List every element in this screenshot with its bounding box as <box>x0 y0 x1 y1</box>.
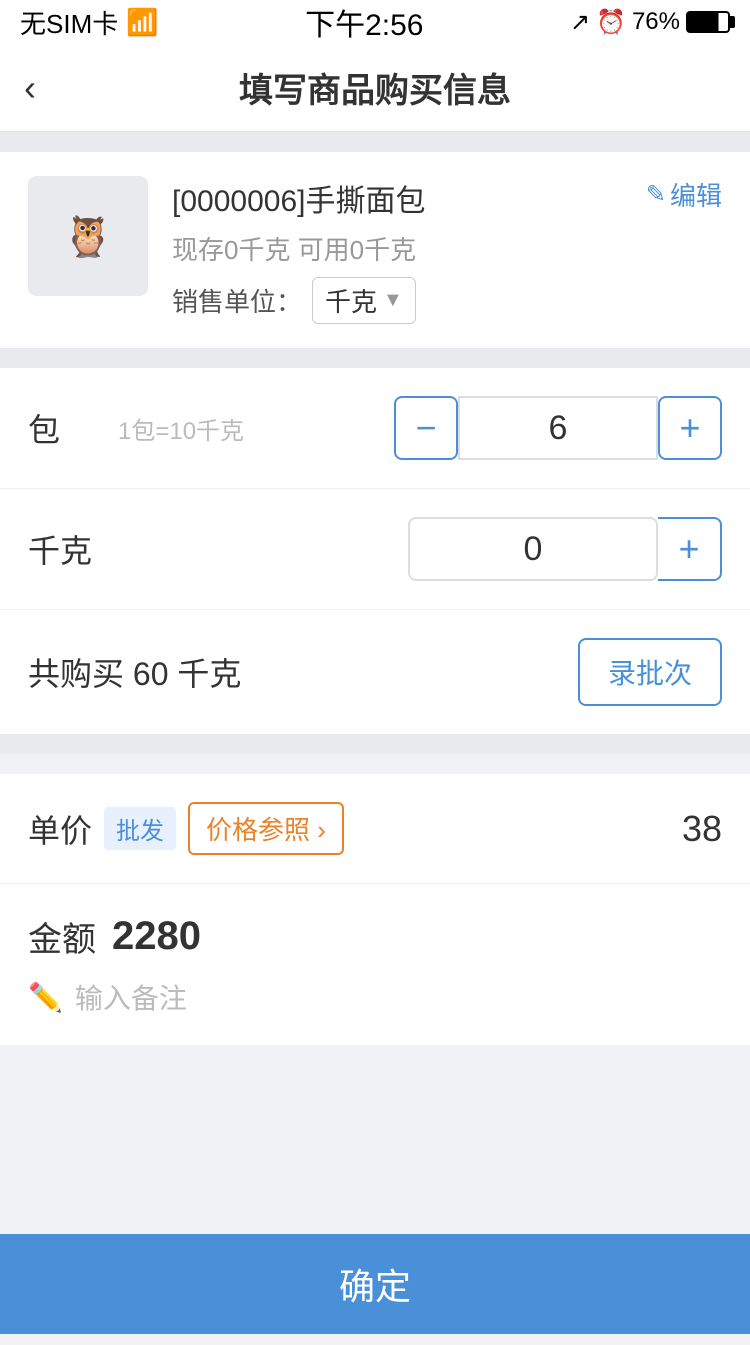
nav-bar: ‹ 填写商品购买信息 <box>0 44 750 132</box>
page-title: 填写商品购买信息 <box>239 63 511 112</box>
amount-row: 金额 2280 <box>28 912 722 961</box>
product-name: [0000006]手撕面包 <box>172 176 722 220</box>
unit-select[interactable]: 千克 ▼ <box>312 277 416 324</box>
kg-label: 千克 <box>28 526 108 572</box>
package-plus-button[interactable]: + <box>658 396 722 460</box>
kg-input[interactable] <box>408 517 658 581</box>
price-section: 单价 批发 价格参照 › 38 <box>0 774 750 884</box>
status-bar: 无SIM卡 📶 下午2:56 ↗ ⏰ 76% <box>0 0 750 44</box>
package-label: 包 <box>28 405 108 451</box>
product-owl-icon: 🦉 <box>63 213 113 260</box>
batch-button[interactable]: 录批次 <box>578 638 722 706</box>
product-image: 🦉 <box>28 176 148 296</box>
package-input-row: 包 1包=10千克 − + <box>0 368 750 489</box>
kg-controls: + <box>408 517 722 581</box>
amount-value: 2280 <box>112 914 201 959</box>
package-hint: 1包=10千克 <box>118 411 394 446</box>
kg-plus-button[interactable]: + <box>658 517 722 581</box>
wifi-icon: 📶 <box>126 7 158 38</box>
unit-dropdown-arrow: ▼ <box>383 289 403 312</box>
edit-button[interactable]: ✎ 编辑 <box>646 176 722 213</box>
confirm-button[interactable]: 确定 <box>0 1234 750 1334</box>
unit-label: 销售单位： <box>172 282 302 319</box>
total-row: 共购买 60 千克 录批次 <box>0 610 750 734</box>
input-section: 包 1包=10千克 − + 千克 + <box>0 368 750 610</box>
location-icon: ↗ <box>570 8 590 37</box>
package-minus-button[interactable]: − <box>394 396 458 460</box>
product-unit-row: 销售单位： 千克 ▼ <box>172 277 722 324</box>
package-controls: − + <box>394 396 722 460</box>
product-info: [0000006]手撕面包 现存0千克 可用0千克 销售单位： 千克 ▼ <box>172 176 722 324</box>
divider-top <box>0 132 750 152</box>
product-stock: 现存0千克 可用0千克 <box>172 230 722 267</box>
amount-label: 金额 <box>28 912 96 961</box>
total-text: 共购买 60 千克 <box>28 649 241 695</box>
carrier-label: 无SIM卡 <box>20 4 118 41</box>
divider-middle <box>0 348 750 368</box>
amount-section: 金额 2280 ✏️ 输入备注 <box>0 884 750 1045</box>
remark-icon: ✏️ <box>28 981 63 1014</box>
back-button[interactable]: ‹ <box>24 67 36 109</box>
price-label: 单价 <box>28 806 92 852</box>
battery-icon <box>686 11 730 33</box>
price-value: 38 <box>682 808 722 850</box>
status-right: ↗ ⏰ 76% <box>570 8 730 37</box>
kg-input-row: 千克 + <box>0 489 750 610</box>
remark-row[interactable]: ✏️ 输入备注 <box>28 977 722 1017</box>
price-type-tag: 批发 <box>104 807 176 850</box>
edit-label: 编辑 <box>670 176 722 213</box>
alarm-icon: ⏰ <box>596 8 626 37</box>
divider-price <box>0 734 750 754</box>
price-row: 单价 批发 价格参照 › 38 <box>0 774 750 884</box>
package-input[interactable] <box>458 396 658 460</box>
product-card: 🦉 [0000006]手撕面包 现存0千克 可用0千克 销售单位： 千克 ▼ ✎… <box>0 152 750 348</box>
remark-placeholder: 输入备注 <box>75 977 187 1017</box>
price-reference-button[interactable]: 价格参照 › <box>188 802 344 855</box>
battery-percent: 76% <box>632 8 680 36</box>
status-left: 无SIM卡 📶 <box>20 4 159 41</box>
unit-value: 千克 <box>325 282 377 319</box>
edit-icon: ✎ <box>646 180 666 209</box>
status-time: 下午2:56 <box>305 0 423 44</box>
